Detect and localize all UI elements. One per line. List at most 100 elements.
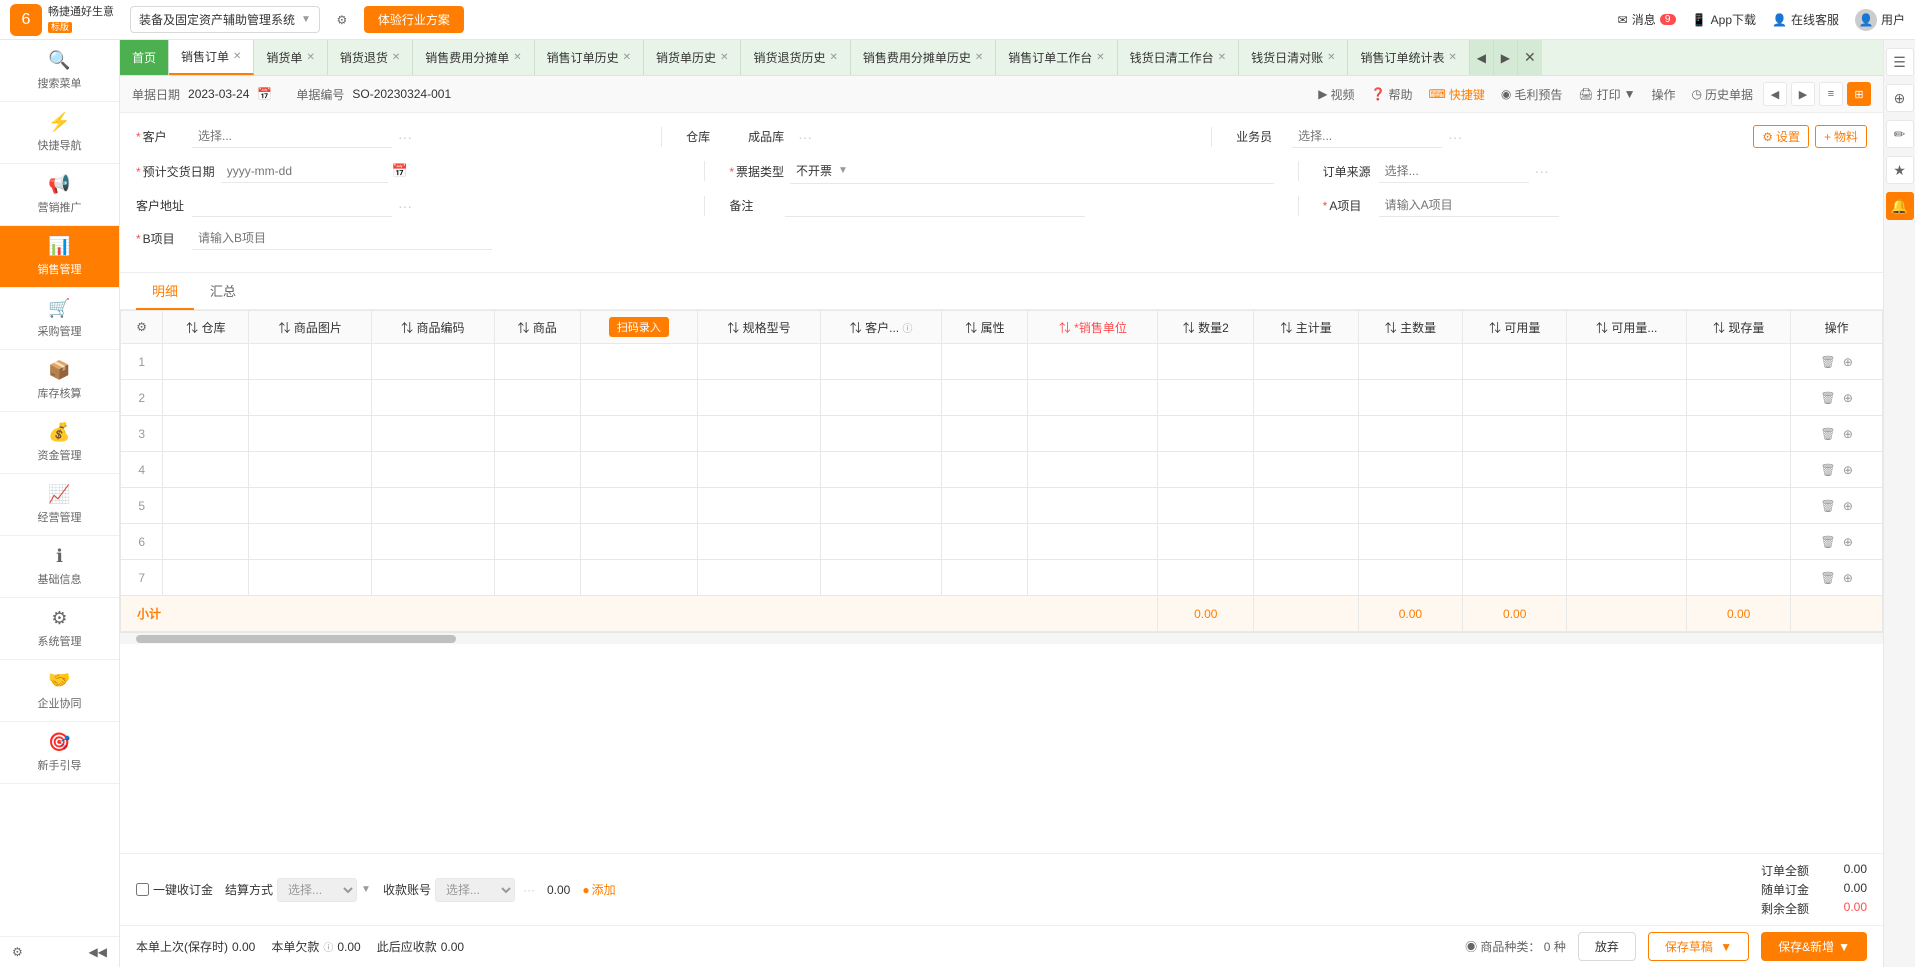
sidebar-item-finance[interactable]: 💰 资金管理 — [0, 412, 119, 474]
order-source-more-btn[interactable]: ··· — [1535, 163, 1549, 179]
th-product-image[interactable]: ⇅ 商品图片 — [249, 311, 372, 344]
sidebar-item-inventory[interactable]: 📦 库存核算 — [0, 350, 119, 412]
tab-sales-stats[interactable]: 销售订单统计表 ✕ — [1348, 40, 1469, 75]
customer-more-btn[interactable]: ··· — [398, 129, 412, 145]
operations-btn[interactable]: 操作 — [1645, 84, 1681, 105]
history-btn[interactable]: ◷ 历史单据 — [1686, 84, 1760, 105]
tab-sales-workbench[interactable]: 销售订单工作台 ✕ — [996, 40, 1117, 75]
tab-sales-order[interactable]: 销售订单 ✕ — [169, 40, 254, 75]
salesperson-input[interactable] — [1292, 125, 1442, 148]
row-copy-btn[interactable]: ⊕ — [1843, 499, 1853, 513]
right-panel-star-btn[interactable]: ★ — [1886, 156, 1914, 184]
row-delete-btn[interactable]: 🗑 — [1820, 391, 1835, 405]
next-record-btn[interactable]: ▶ — [1791, 82, 1815, 106]
salesperson-more-btn[interactable]: ··· — [1448, 129, 1462, 145]
prev-record-btn[interactable]: ◀ — [1763, 82, 1787, 106]
th-available-qty[interactable]: ⇅ 可用量 — [1463, 311, 1567, 344]
th-spec-model[interactable]: ⇅ 规格型号 — [698, 311, 821, 344]
row-copy-btn[interactable]: ⊕ — [1843, 391, 1853, 405]
th-product-name[interactable]: ⇅ 商品 — [494, 311, 580, 344]
tab-close-sales-expense-history[interactable]: ✕ — [975, 52, 983, 63]
online-support-item[interactable]: 👤 在线客服 — [1772, 11, 1839, 28]
horizontal-scrollbar[interactable] — [120, 632, 1883, 644]
tab-sales-slip[interactable]: 销货单 ✕ — [254, 40, 327, 75]
tab-close-sales-workbench[interactable]: ✕ — [1096, 52, 1104, 63]
right-panel-layout-btn[interactable]: ☰ — [1886, 48, 1914, 76]
row-delete-btn[interactable]: 🗑 — [1820, 499, 1835, 513]
order-source-input[interactable] — [1379, 160, 1529, 183]
scan-btn[interactable]: 扫码录入 — [609, 317, 669, 337]
row-delete-btn[interactable]: 🗑 — [1820, 571, 1835, 585]
tab-prev-btn[interactable]: ◀ — [1470, 40, 1494, 75]
calendar-icon[interactable]: 📅 — [257, 87, 272, 101]
tab-cash-reconcile[interactable]: 钱货日清对账 ✕ — [1239, 40, 1348, 75]
right-panel-notification-btn[interactable]: 🔔 — [1886, 192, 1914, 220]
tab-next-btn[interactable]: ▶ — [1494, 40, 1518, 75]
tab-sales-slip-history[interactable]: 销货单历史 ✕ — [644, 40, 741, 75]
message-item[interactable]: ✉ 消息 9 — [1618, 11, 1676, 28]
tab-close-sales-order-history[interactable]: ✕ — [623, 52, 631, 63]
th-warehouse[interactable]: ⇅ 仓库 — [163, 311, 249, 344]
receipt-account-select[interactable]: 选择... — [435, 878, 515, 902]
tab-close-cash-workbench[interactable]: ✕ — [1218, 52, 1226, 63]
row-copy-btn[interactable]: ⊕ — [1843, 571, 1853, 585]
row-delete-btn[interactable]: 🗑 — [1820, 427, 1835, 441]
sidebar-item-purchase[interactable]: 🛒 采购管理 — [0, 288, 119, 350]
th-current-stock[interactable]: ⇅ 现存量 — [1686, 311, 1790, 344]
user-item[interactable]: 👤 用户 — [1855, 9, 1905, 31]
tab-close-sales-slip-history[interactable]: ✕ — [720, 52, 728, 63]
th-gear[interactable]: ⚙ — [121, 311, 163, 344]
tab-close-sales-expense[interactable]: ✕ — [513, 52, 521, 63]
settings-icon-btn[interactable]: ⚙ — [328, 6, 356, 34]
view-btn[interactable]: ▶ 视频 — [1312, 84, 1360, 105]
row-copy-btn[interactable]: ⊕ — [1843, 355, 1853, 369]
remarks-input[interactable] — [785, 194, 1085, 217]
sidebar-item-sales[interactable]: 📊 销售管理 — [0, 226, 119, 288]
tab-sales-return-history[interactable]: 销货退货历史 ✕ — [741, 40, 850, 75]
app-download-item[interactable]: 📱 App下载 — [1692, 11, 1756, 28]
print-btn[interactable]: 🖨 打印 ▼ — [1572, 84, 1641, 105]
tab-detail[interactable]: 明细 — [136, 273, 194, 310]
row-copy-btn[interactable]: ⊕ — [1843, 427, 1853, 441]
one-click-label[interactable]: 一键收订金 — [136, 881, 213, 898]
tab-close-all-btn[interactable]: ✕ — [1518, 40, 1542, 75]
delivery-calendar-icon[interactable]: 📅 — [392, 163, 408, 179]
sidebar-settings-btn[interactable]: ⚙ — [12, 945, 23, 959]
sidebar-item-system[interactable]: ⚙ 系统管理 — [0, 598, 119, 660]
th-available2[interactable]: ⇅ 可用量... — [1567, 311, 1687, 344]
system-selector[interactable]: 装备及固定资产辅助管理系统 ▼ — [130, 6, 320, 33]
warehouse-more-btn[interactable]: ··· — [798, 129, 812, 145]
invoice-type-select[interactable]: 不开票 ▼ — [790, 158, 1274, 184]
th-qty2[interactable]: ⇅ 数量2 — [1158, 311, 1254, 344]
tab-sales-return[interactable]: 销货退货 ✕ — [328, 40, 413, 75]
settlement-select[interactable]: 选择... — [277, 878, 357, 902]
right-panel-expand-btn[interactable]: ⊕ — [1886, 84, 1914, 112]
sidebar-item-marketing[interactable]: 📢 营销推广 — [0, 164, 119, 226]
tab-sales-expense[interactable]: 销售费用分摊单 ✕ — [413, 40, 534, 75]
sidebar-item-basic[interactable]: ℹ 基础信息 — [0, 536, 119, 598]
add-items-btn[interactable]: + 物料 — [1815, 125, 1867, 148]
profit-btn[interactable]: ◉ 毛利预告 — [1495, 84, 1569, 105]
sidebar-item-operations[interactable]: 📈 经营管理 — [0, 474, 119, 536]
delivery-date-input[interactable] — [221, 160, 388, 183]
one-click-checkbox[interactable] — [136, 883, 149, 896]
save-new-btn[interactable]: 保存&新增 ▼ — [1761, 932, 1867, 961]
tab-close-sales-slip[interactable]: ✕ — [306, 52, 314, 63]
help-btn[interactable]: ❓ 帮助 — [1365, 84, 1419, 105]
tab-close-sales-stats[interactable]: ✕ — [1449, 52, 1457, 63]
customer-input[interactable] — [192, 125, 392, 148]
th-product-code[interactable]: ⇅ 商品编码 — [372, 311, 495, 344]
a-project-input[interactable] — [1379, 194, 1559, 217]
sidebar-item-search[interactable]: 🔍 搜索菜单 — [0, 40, 119, 102]
layout-btn[interactable]: ≡ — [1819, 82, 1843, 106]
sidebar-collapse-btn[interactable]: ◀◀ — [89, 945, 107, 959]
settings-btn[interactable]: ⚙ 设置 — [1753, 125, 1809, 148]
tab-close-sales-return[interactable]: ✕ — [392, 52, 400, 63]
sidebar-item-nav[interactable]: ⚡ 快捷导航 — [0, 102, 119, 164]
save-draft-btn[interactable]: 保存草稿 ▼ — [1648, 932, 1749, 961]
discard-btn[interactable]: 放弃 — [1578, 932, 1636, 961]
tab-sales-order-history[interactable]: 销售订单历史 ✕ — [535, 40, 644, 75]
th-main-uom[interactable]: ⇅ 主计量 — [1254, 311, 1358, 344]
row-copy-btn[interactable]: ⊕ — [1843, 535, 1853, 549]
tab-close-cash-reconcile[interactable]: ✕ — [1327, 52, 1335, 63]
